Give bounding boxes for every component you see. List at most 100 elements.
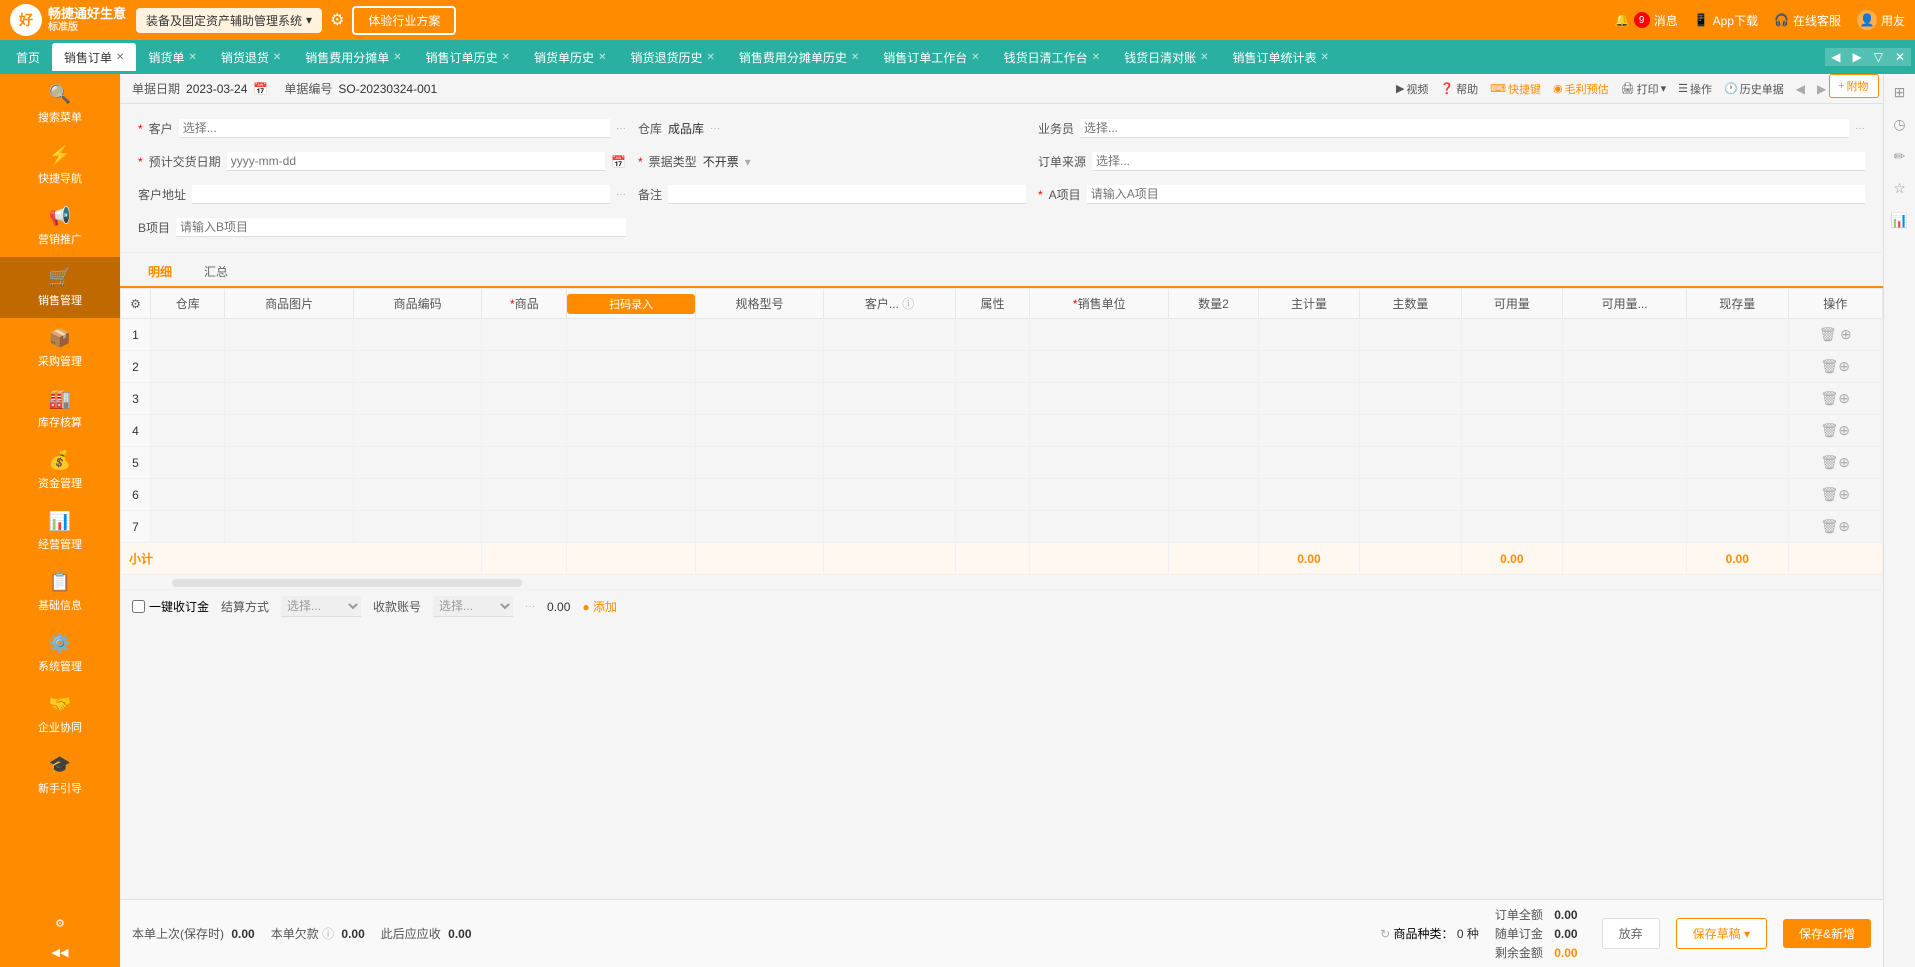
tab-fee-history[interactable]: 销售费用分摊单历史 ✕	[727, 43, 871, 71]
copy-icon[interactable]: ⊕	[1838, 454, 1850, 470]
date2-icon[interactable]: 📅	[611, 155, 626, 169]
address-dots[interactable]: ···	[616, 189, 626, 200]
delete-icon[interactable]: 🗑	[1821, 422, 1839, 438]
delete-icon[interactable]: 🗑	[1821, 518, 1839, 534]
row-code[interactable]	[353, 319, 482, 351]
row-attr[interactable]	[955, 319, 1029, 351]
delete-icon[interactable]: 🗑	[1819, 326, 1837, 342]
b-project-input[interactable]	[176, 218, 626, 237]
invoice-type-value[interactable]: 不开票	[703, 153, 739, 170]
warehouse-value[interactable]: 成品库	[668, 120, 704, 137]
system-name[interactable]: 装备及固定资产辅助管理系统 ▾	[136, 8, 322, 33]
save-draft-btn[interactable]: 保存草稿 ▾	[1676, 918, 1767, 949]
sidebar-item-marketing[interactable]: 📢 营销推广	[0, 196, 120, 257]
copy-icon[interactable]: ⊕	[1838, 358, 1850, 374]
customer-input[interactable]	[179, 119, 610, 138]
salesperson-input[interactable]	[1080, 119, 1849, 138]
add-payment-btn[interactable]: ● 添加	[582, 598, 617, 615]
tab-prev-btn[interactable]: ◀	[1825, 48, 1846, 66]
save-new-btn[interactable]: 保存&新增	[1783, 919, 1871, 948]
tab-home[interactable]: 首页	[4, 43, 52, 71]
right-chart-icon[interactable]: 📊	[1886, 206, 1914, 234]
view-btn[interactable]: ▶ 视频	[1396, 81, 1428, 97]
tab-close-icon[interactable]: ✕	[273, 52, 281, 63]
copy-icon[interactable]: ⊕	[1838, 518, 1850, 534]
row-spec[interactable]	[695, 319, 824, 351]
right-grid-icon[interactable]: ⊞	[1886, 78, 1914, 106]
copy-icon[interactable]: ⊕	[1838, 422, 1850, 438]
settings-icon[interactable]: ⚙	[330, 10, 344, 30]
sidebar-item-guide[interactable]: 🎓 新手引导	[0, 745, 120, 806]
tab-stats[interactable]: 销售订单统计表 ✕	[1220, 43, 1340, 71]
tab-next-btn[interactable]: ▶	[1846, 48, 1867, 66]
tab-close-icon[interactable]: ✕	[1321, 52, 1329, 63]
salesperson-dots[interactable]: ···	[1855, 123, 1865, 134]
payment-amount[interactable]: 0.00	[547, 600, 570, 614]
row-product[interactable]	[482, 319, 567, 351]
copy-icon[interactable]: ⊕	[1838, 486, 1850, 502]
right-star-icon[interactable]: ☆	[1886, 174, 1914, 202]
one-click-label[interactable]: 一键收订金	[132, 598, 209, 615]
copy-icon[interactable]: ⊕	[1838, 390, 1850, 406]
sidebar-collapse-btn[interactable]: ◀◀	[0, 938, 120, 967]
app-download-btn[interactable]: 📱 App下载	[1694, 12, 1758, 29]
refresh-icon[interactable]: ↻	[1380, 927, 1390, 941]
tab-close-all-btn[interactable]: ✕	[1889, 48, 1911, 66]
row-unit[interactable]	[1030, 319, 1169, 351]
payment-dots[interactable]: ···	[525, 601, 535, 612]
remark-input[interactable]	[668, 185, 1026, 204]
shortcut-btn[interactable]: ⌨ 快捷键	[1490, 81, 1541, 97]
right-edit-icon[interactable]: ✏	[1886, 142, 1914, 170]
right-clock-icon[interactable]: ◷	[1886, 110, 1914, 138]
draft-dropdown-icon[interactable]: ▾	[1744, 927, 1750, 941]
address-input[interactable]	[192, 185, 610, 204]
tab-sales-return[interactable]: 销货退货 ✕	[209, 43, 293, 71]
tab-summary[interactable]: 汇总	[188, 257, 244, 286]
row-main-qty[interactable]	[1360, 319, 1461, 351]
invoice-dropdown-icon[interactable]: ▾	[745, 155, 751, 169]
delete-icon[interactable]: 🗑	[1821, 358, 1839, 374]
customer-dots[interactable]: ···	[616, 123, 626, 134]
sidebar-item-finance[interactable]: 💰 资金管理	[0, 440, 120, 501]
one-click-checkbox[interactable]	[132, 600, 145, 613]
delete-icon[interactable]: 🗑	[1821, 486, 1839, 502]
sidebar-item-collab[interactable]: 🤝 企业协同	[0, 684, 120, 745]
operate-btn[interactable]: ☰ 操作	[1678, 81, 1712, 97]
sidebar-item-basic[interactable]: 📋 基础信息	[0, 562, 120, 623]
tab-close-icon[interactable]: ✕	[188, 52, 196, 63]
tab-sales-order[interactable]: 销售订单 ✕	[52, 43, 136, 71]
tab-order-history[interactable]: 销售订单历史 ✕	[414, 43, 522, 71]
row-customer-code[interactable]	[824, 319, 956, 351]
help-btn[interactable]: ❓ 帮助	[1440, 81, 1478, 97]
sidebar-item-inventory[interactable]: 🏭 库存核算	[0, 379, 120, 440]
tab-close-icon[interactable]: ✕	[706, 52, 714, 63]
tab-daily-reconcile[interactable]: 钱货日清对账 ✕	[1112, 43, 1220, 71]
delivery-date-input[interactable]	[227, 152, 605, 171]
delete-icon[interactable]: 🗑	[1821, 390, 1839, 406]
col-settings[interactable]: ⚙	[121, 289, 151, 319]
date-value[interactable]: 2023-03-24	[186, 82, 247, 96]
order-source-input[interactable]	[1092, 152, 1865, 171]
tab-close-icon[interactable]: ✕	[1092, 52, 1100, 63]
row-warehouse[interactable]	[151, 319, 225, 351]
horizontal-scrollbar[interactable]	[172, 579, 522, 587]
page-prev-btn[interactable]: ◀	[1796, 82, 1805, 96]
row-qty2[interactable]	[1169, 319, 1258, 351]
delete-icon[interactable]: 🗑	[1821, 454, 1839, 470]
sidebar-item-sales[interactable]: 🛒 销售管理	[0, 257, 120, 318]
tab-close-icon[interactable]: ✕	[971, 52, 979, 63]
tab-close-icon[interactable]: ✕	[502, 52, 510, 63]
sidebar-item-system[interactable]: ⚙️ 系统管理	[0, 623, 120, 684]
profit-btn[interactable]: ◉ 毛利预估	[1553, 81, 1609, 97]
tab-sales-invoice[interactable]: 销货单 ✕	[136, 43, 208, 71]
discard-btn[interactable]: 放弃	[1602, 918, 1660, 949]
sidebar-item-purchase[interactable]: 📦 采购管理	[0, 318, 120, 379]
copy-icon[interactable]: ⊕	[1840, 326, 1852, 342]
print-btn[interactable]: 🖨 打印 ▾	[1621, 81, 1667, 97]
tab-detail[interactable]: 明细	[132, 257, 188, 288]
sidebar-item-nav[interactable]: ⚡ 快捷导航	[0, 135, 120, 196]
calendar-icon[interactable]: 📅	[253, 82, 268, 96]
tab-close-icon[interactable]: ✕	[598, 52, 606, 63]
tab-order-workbench[interactable]: 销售订单工作台 ✕	[871, 43, 991, 71]
sidebar-item-search[interactable]: 🔍 搜索菜单	[0, 74, 120, 135]
